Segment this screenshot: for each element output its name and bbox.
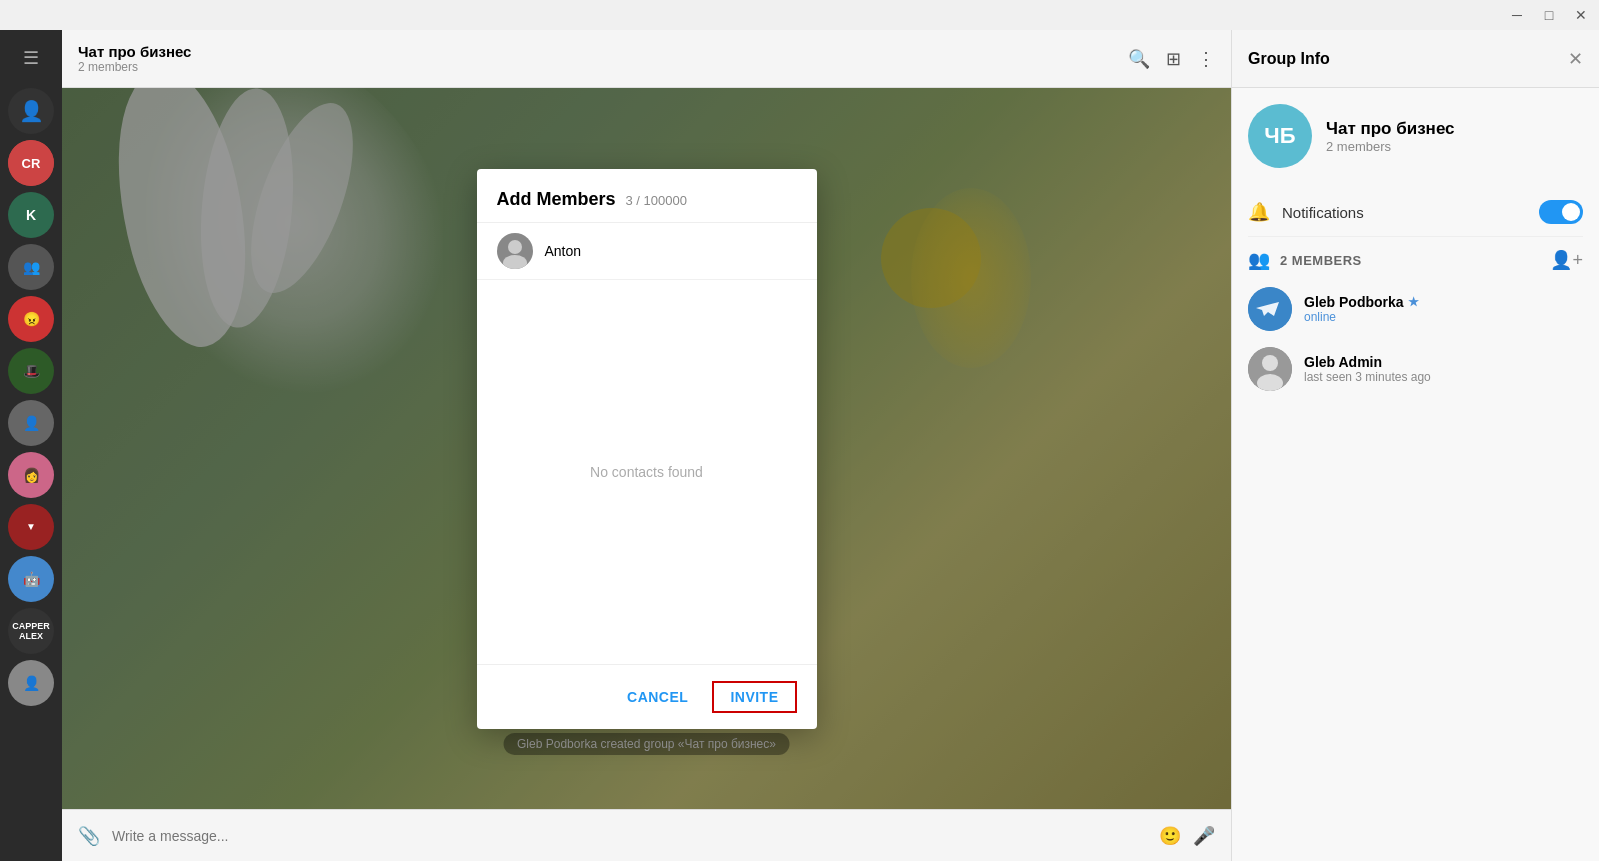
chat-title: Чат про бизнес (78, 43, 1116, 60)
group-profile: ЧБ Чат про бизнес 2 members (1248, 104, 1583, 168)
titlebar: ─ □ ✕ (0, 0, 1599, 30)
notifications-toggle[interactable] (1539, 200, 1583, 224)
sidebar-item-12[interactable]: 👤 (8, 660, 54, 706)
layout-icon[interactable]: ⊞ (1166, 48, 1181, 70)
group-info-content: ЧБ Чат про бизнес 2 members 🔔 Notificati… (1232, 88, 1599, 415)
group-avatar: ЧБ (1248, 104, 1312, 168)
member-name-gleb-podborka: Gleb Podborka ★ (1304, 294, 1583, 310)
star-icon: ★ (1408, 295, 1419, 309)
search-icon[interactable]: 🔍 (1128, 48, 1150, 70)
modal-title-row: Add Members 3 / 100000 (497, 189, 687, 210)
member-avatar-anton (497, 233, 533, 269)
sidebar-item-2[interactable]: CR (8, 140, 54, 186)
header-icons: 🔍 ⊞ ⋮ (1128, 48, 1215, 70)
chat-background: February 14 Gleb Podborka created group … (62, 88, 1231, 809)
modal-header: Add Members 3 / 100000 (477, 169, 817, 223)
modal-footer: CANCEL INVITE (477, 664, 817, 729)
member-name-anton: Anton (545, 243, 582, 259)
members-icon: 👥 (1248, 249, 1270, 271)
sidebar-item-7[interactable]: 👤 (8, 400, 54, 446)
sidebar-item-11[interactable]: CAPPERALEX (8, 608, 54, 654)
group-name: Чат про бизнес (1326, 119, 1455, 139)
modal-count: 3 / 100000 (626, 193, 687, 208)
modal-title: Add Members (497, 189, 616, 210)
attach-icon[interactable]: 📎 (78, 825, 100, 847)
emoji-icon[interactable]: 🙂 (1159, 825, 1181, 847)
group-members-count: 2 members (1326, 139, 1455, 154)
add-member-button[interactable]: 👤+ (1550, 249, 1583, 271)
svg-point-2 (508, 240, 522, 254)
mic-icon[interactable]: 🎤 (1193, 825, 1215, 847)
chat-input-bar: 📎 🙂 🎤 (62, 809, 1231, 861)
sidebar-item-10[interactable]: 🤖 (8, 556, 54, 602)
sidebar-item-1[interactable]: 👤 (8, 88, 54, 134)
invite-button[interactable]: INVITE (712, 681, 796, 713)
svg-point-3 (503, 255, 527, 269)
members-label: 2 MEMBERS (1280, 253, 1540, 268)
right-panel: Group Info ✕ ЧБ Чат про бизнес 2 members… (1231, 30, 1599, 861)
notifications-row: 🔔 Notifications (1248, 188, 1583, 237)
chat-area: Чат про бизнес 2 members 🔍 ⊞ ⋮ February … (62, 30, 1231, 861)
more-options-icon[interactable]: ⋮ (1197, 48, 1215, 70)
members-section-header: 👥 2 MEMBERS 👤+ (1248, 237, 1583, 279)
chat-header-info: Чат про бизнес 2 members (78, 43, 1116, 74)
member-name-gleb-admin: Gleb Admin (1304, 354, 1583, 370)
sidebar-item-9[interactable]: ▼ (8, 504, 54, 550)
member-row-gleb-podborka[interactable]: Gleb Podborka ★ online (1248, 279, 1583, 339)
group-details: Чат про бизнес 2 members (1326, 119, 1455, 154)
right-panel-close-button[interactable]: ✕ (1568, 48, 1583, 70)
sidebar-item-4[interactable]: 👥 (8, 244, 54, 290)
sidebar-item-6[interactable]: 🎩 (8, 348, 54, 394)
modal-empty-state: No contacts found (477, 280, 817, 664)
chat-subtitle: 2 members (78, 60, 1116, 74)
selected-member-anton[interactable]: Anton (477, 223, 817, 280)
add-members-modal: Add Members 3 / 100000 Anton No contacts (477, 169, 817, 729)
svg-text:CR: CR (22, 156, 41, 171)
svg-point-6 (1262, 355, 1278, 371)
chat-header: Чат про бизнес 2 members 🔍 ⊞ ⋮ (62, 30, 1231, 88)
member-info-gleb-admin: Gleb Admin last seen 3 minutes ago (1304, 354, 1583, 384)
member-avatar-gleb-admin (1248, 347, 1292, 391)
notifications-label: Notifications (1282, 204, 1527, 221)
modal-empty-text: No contacts found (590, 464, 703, 480)
app-container: ☰ 👤 CR K 👥 😠 🎩 👤 👩 ▼ 🤖 CAPPERALEX 👤 Ч (0, 30, 1599, 861)
modal-overlay: Add Members 3 / 100000 Anton No contacts (62, 88, 1231, 809)
close-window-button[interactable]: ✕ (1571, 5, 1591, 25)
member-row-gleb-admin[interactable]: Gleb Admin last seen 3 minutes ago (1248, 339, 1583, 399)
sidebar-item-5[interactable]: 😠 (8, 296, 54, 342)
right-panel-title: Group Info (1248, 50, 1568, 68)
bell-icon: 🔔 (1248, 201, 1270, 223)
member-avatar-gleb-podborka (1248, 287, 1292, 331)
member-info-gleb-podborka: Gleb Podborka ★ online (1304, 294, 1583, 324)
message-input[interactable] (112, 828, 1147, 844)
member-status-gleb-podborka: online (1304, 310, 1583, 324)
right-panel-header: Group Info ✕ (1232, 30, 1599, 88)
sidebar-menu-icon[interactable]: ☰ (11, 38, 51, 78)
maximize-button[interactable]: □ (1539, 5, 1559, 25)
member-status-gleb-admin: last seen 3 minutes ago (1304, 370, 1583, 384)
minimize-button[interactable]: ─ (1507, 5, 1527, 25)
sidebar-item-3[interactable]: K (8, 192, 54, 238)
sidebar-item-8[interactable]: 👩 (8, 452, 54, 498)
cancel-button[interactable]: CANCEL (611, 681, 704, 713)
sidebar: ☰ 👤 CR K 👥 😠 🎩 👤 👩 ▼ 🤖 CAPPERALEX 👤 (0, 30, 62, 861)
